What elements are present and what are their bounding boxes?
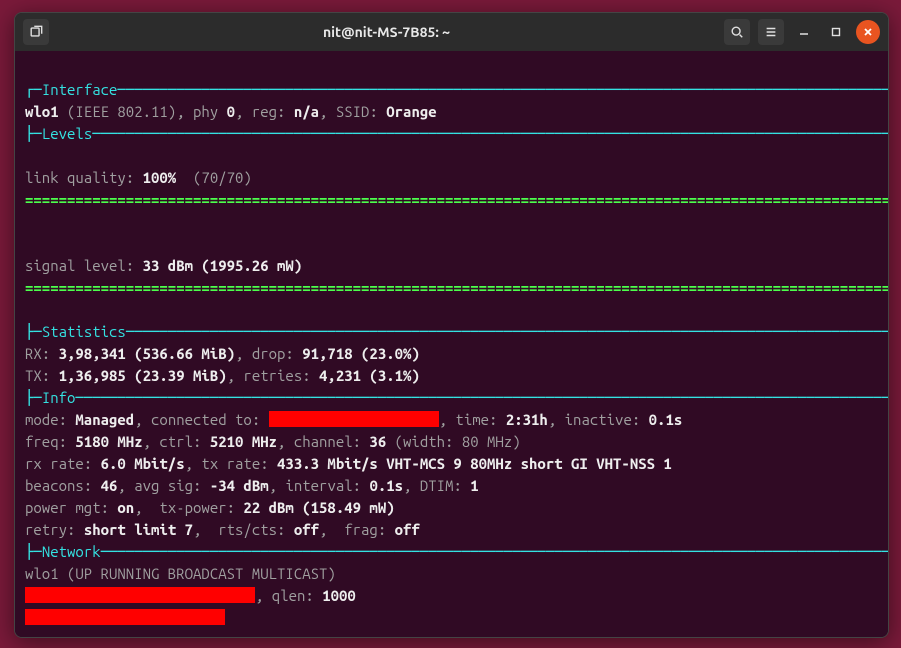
rx-value: 3,98,341 (536.66 MiB): [59, 345, 235, 362]
link-quality-bar: ========================================…: [25, 191, 888, 208]
search-button[interactable]: [724, 19, 750, 45]
section-rule: ┌─: [25, 81, 42, 98]
minimize-button[interactable]: [792, 20, 816, 44]
redacted-bssid: [269, 411, 439, 427]
window-title: nit@nit-MS-7B85: ~: [55, 24, 718, 40]
signal-level-bar: ========================================…: [25, 279, 888, 296]
redacted-mac: [25, 587, 255, 603]
window-titlebar: nit@nit-MS-7B85: ~: [15, 13, 888, 51]
ssid-value: Orange: [386, 103, 436, 120]
maximize-button[interactable]: [824, 20, 848, 44]
desktop-background: nit@nit-MS-7B85: ~ ┌─Interface: [0, 0, 901, 648]
link-quality-value: 100%: [143, 169, 177, 186]
signal-level-value: 33 dBm (1995.26 mW): [143, 257, 303, 274]
section-interface: Interface: [42, 81, 118, 98]
new-tab-button[interactable]: [23, 19, 49, 45]
section-info: Info: [42, 389, 76, 406]
iface-name: wlo1: [25, 103, 59, 120]
tx-retry-value: 4,231 (3.1%): [319, 367, 420, 384]
rx-drop-value: 91,718 (23.0%): [302, 345, 420, 362]
network-iface-flags: wlo1 (UP RUNNING BROADCAST MULTICAST): [25, 565, 336, 582]
close-button[interactable]: [856, 20, 880, 44]
tx-value: 1,36,985 (23.39 MiB): [59, 367, 227, 384]
qlen-value: 1000: [322, 587, 356, 604]
section-network: Network: [42, 543, 101, 560]
menu-button[interactable]: [758, 19, 784, 45]
section-levels: Levels: [42, 125, 92, 142]
redacted-ip: [25, 609, 225, 625]
section-statistics: Statistics: [42, 323, 126, 340]
terminal-content[interactable]: ┌─Interface─────────────────────────────…: [15, 51, 888, 637]
terminal-window: nit@nit-MS-7B85: ~ ┌─Interface: [14, 12, 889, 638]
